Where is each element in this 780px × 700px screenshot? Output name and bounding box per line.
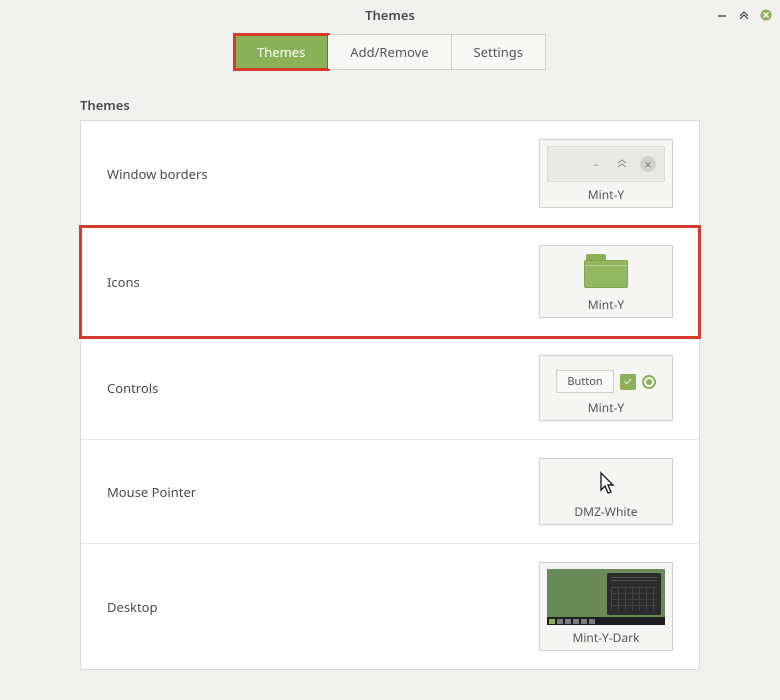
minimize-button[interactable] xyxy=(716,9,728,21)
preview-checkbox-icon: ✓ xyxy=(620,374,636,390)
maximize-button[interactable] xyxy=(738,9,750,21)
selector-desktop[interactable]: Mint-Y-Dark xyxy=(539,562,673,651)
window-controls xyxy=(716,9,772,21)
section-heading: Themes xyxy=(80,96,700,114)
controls-preview: Button ✓ xyxy=(556,370,655,393)
selector-mouse-pointer-value: DMZ-White xyxy=(574,503,637,520)
preview-button: Button xyxy=(556,370,613,393)
cursor-icon xyxy=(596,471,616,497)
folder-icon xyxy=(582,254,630,290)
row-icons: Icons Mint-Y xyxy=(81,227,699,337)
preview-close-icon xyxy=(640,156,656,172)
row-window-borders: Window borders Mint-Y xyxy=(81,121,699,227)
selector-icons[interactable]: Mint-Y xyxy=(539,245,673,318)
tab-settings[interactable]: Settings xyxy=(452,35,545,69)
row-label-window-borders: Window borders xyxy=(107,165,208,183)
content: Themes Window borders Mint-Y Icons xyxy=(0,80,780,700)
preview-minimize-icon xyxy=(588,156,604,172)
selector-controls-value: Mint-Y xyxy=(588,399,624,416)
row-label-controls: Controls xyxy=(107,379,158,397)
selector-window-borders[interactable]: Mint-Y xyxy=(539,139,673,208)
titlebar: Themes xyxy=(0,0,780,30)
themes-panel: Window borders Mint-Y Icons Mint-Y xyxy=(80,120,700,670)
preview-maximize-icon xyxy=(614,156,630,172)
preview-radio-icon xyxy=(642,375,656,389)
row-mouse-pointer: Mouse Pointer DMZ-White xyxy=(81,440,699,544)
row-label-icons: Icons xyxy=(107,273,140,291)
window-borders-preview xyxy=(547,146,665,182)
selector-mouse-pointer[interactable]: DMZ-White xyxy=(539,458,673,525)
desktop-preview xyxy=(547,569,665,625)
window-title: Themes xyxy=(365,6,415,24)
row-desktop: Desktop Mint-Y-Dark xyxy=(81,544,699,669)
row-label-mouse-pointer: Mouse Pointer xyxy=(107,483,196,501)
selector-desktop-value: Mint-Y-Dark xyxy=(572,629,639,646)
tabbar: Themes Add/Remove Settings xyxy=(0,30,780,80)
selector-window-borders-value: Mint-Y xyxy=(588,186,624,203)
row-label-desktop: Desktop xyxy=(107,598,158,616)
selector-icons-value: Mint-Y xyxy=(588,296,624,313)
tab-themes[interactable]: Themes xyxy=(235,35,328,69)
tab-add-remove[interactable]: Add/Remove xyxy=(328,35,451,69)
row-controls: Controls Button ✓ Mint-Y xyxy=(81,337,699,440)
close-button[interactable] xyxy=(760,9,772,21)
selector-controls[interactable]: Button ✓ Mint-Y xyxy=(539,355,673,421)
